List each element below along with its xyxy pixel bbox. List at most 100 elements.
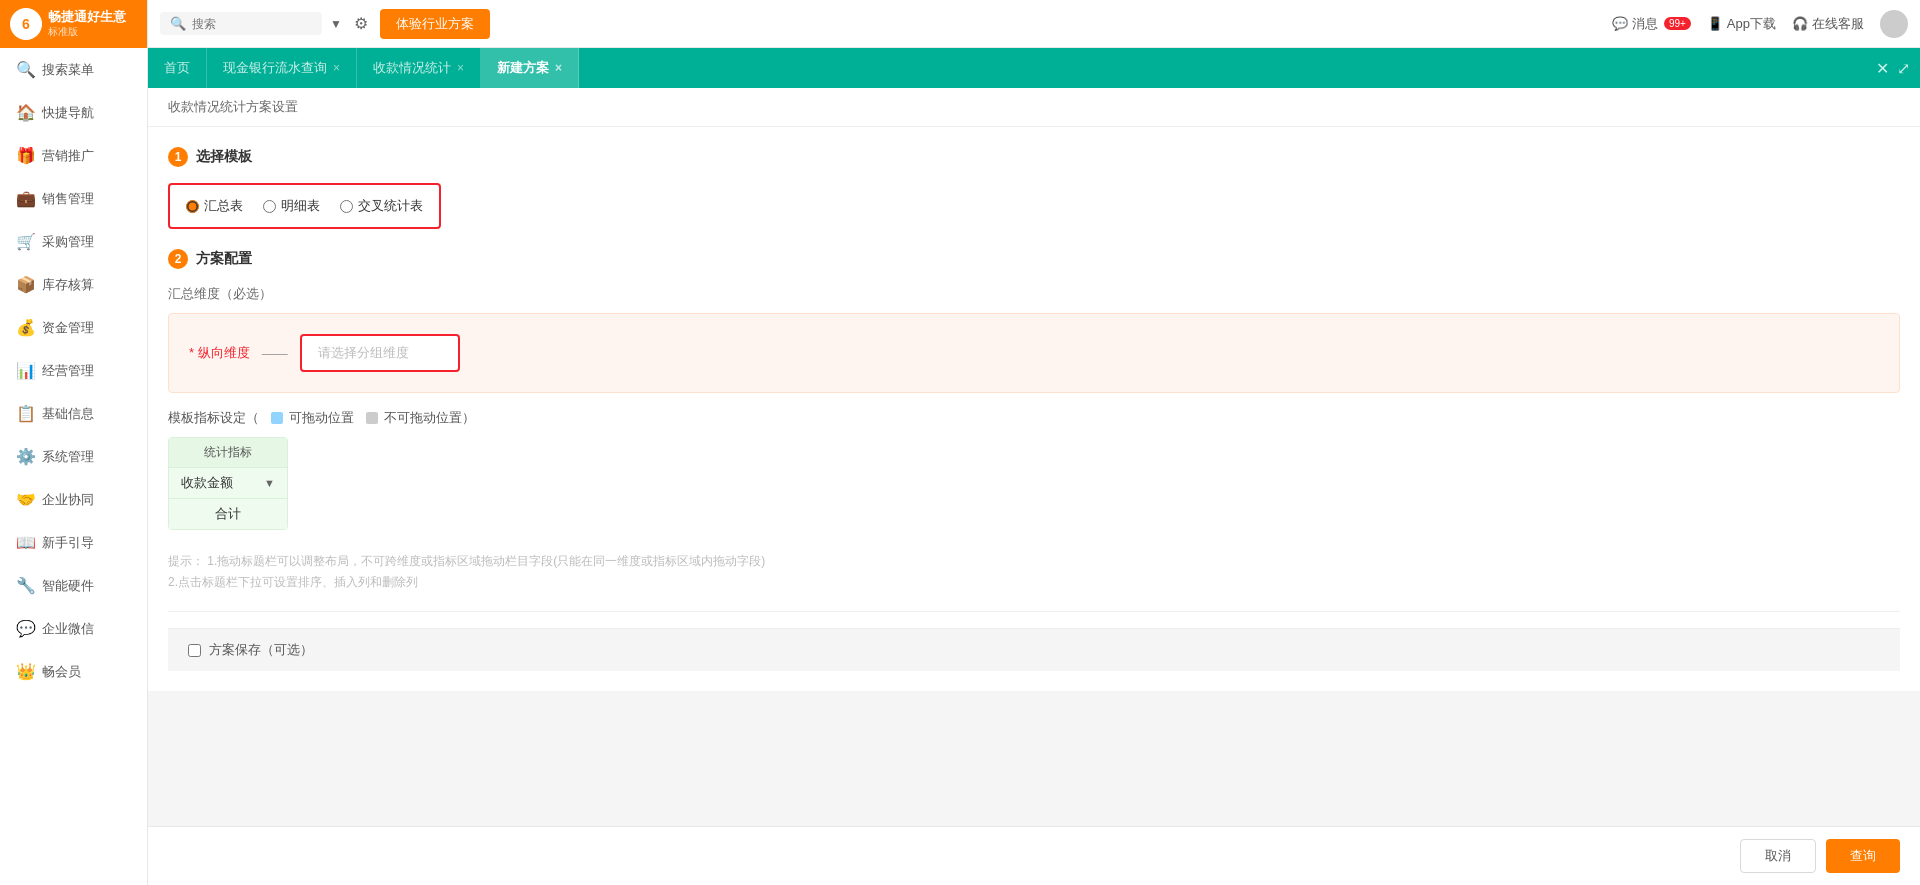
online-service-button[interactable]: 🎧 在线客服 [1792, 15, 1864, 33]
step2-title: 2 方案配置 [168, 249, 1900, 269]
sidebar-item-system[interactable]: ⚙️ 系统管理 [0, 435, 147, 478]
vertical-dimension-row: * 纵向维度 —— 请选择分组维度 [189, 334, 1879, 372]
page-breadcrumb: 收款情况统计方案设置 [148, 88, 1920, 127]
header-search-box[interactable]: 🔍 [160, 12, 322, 35]
top-header: 🔍 ▼ ⚙ 体验行业方案 💬 消息 99+ 📱 App下载 🎧 在线客服 [148, 0, 1920, 48]
metrics-header: 模板指标设定（ 可拖动位置 不可拖动位置） [168, 409, 1900, 427]
sidebar-item-label: 营销推广 [42, 147, 94, 165]
sidebar-item-label: 库存核算 [42, 276, 94, 294]
save-plan-checkbox[interactable] [188, 644, 201, 657]
tab-bank-flow[interactable]: 现金银行流水查询 × [207, 48, 357, 88]
tab-minimize-button[interactable]: ✕ [1876, 59, 1889, 78]
sidebar-item-management[interactable]: 📊 经营管理 [0, 349, 147, 392]
tab-bank-flow-close-icon[interactable]: × [333, 61, 340, 75]
sidebar-item-wechat[interactable]: 💬 企业微信 [0, 607, 147, 650]
notifications-button[interactable]: 💬 消息 99+ [1612, 15, 1691, 33]
user-avatar[interactable] [1880, 10, 1908, 38]
metrics-dropdown-icon[interactable]: ▼ [264, 477, 275, 489]
radio-detail[interactable]: 明细表 [263, 197, 320, 215]
metrics-grid-item-revenue[interactable]: 收款金额 ▼ [169, 468, 287, 499]
notifications-badge: 99+ [1664, 17, 1691, 30]
tab-home[interactable]: 首页 [148, 48, 207, 88]
finance-nav-icon: 💰 [16, 318, 34, 337]
radio-cross-input[interactable] [340, 200, 353, 213]
plan-config-section: 汇总维度（必选） * 纵向维度 —— 请选择分组维度 模板指标设定（ 可拖动位 [168, 285, 1900, 591]
search-icon: 🔍 [170, 16, 186, 31]
dimension-area: * 纵向维度 —— 请选择分组维度 [168, 313, 1900, 393]
notifications-label: 消息 [1632, 15, 1658, 33]
purchase-nav-icon: 🛒 [16, 232, 34, 251]
sidebar-item-basic-info[interactable]: 📋 基础信息 [0, 392, 147, 435]
app-download-button[interactable]: 📱 App下载 [1707, 15, 1776, 33]
logo-icon: 6 [10, 8, 42, 40]
sidebar-item-label: 系统管理 [42, 448, 94, 466]
sidebar-item-sales[interactable]: 💼 销售管理 [0, 177, 147, 220]
sidebar-item-label: 采购管理 [42, 233, 94, 251]
guide-nav-icon: 📖 [16, 533, 34, 552]
member-nav-icon: 👑 [16, 662, 34, 681]
search-input[interactable] [192, 17, 312, 31]
sidebar-item-label: 基础信息 [42, 405, 94, 423]
search-nav-icon: 🔍 [16, 60, 34, 79]
app-logo: 6 畅捷通好生意 标准版 [0, 0, 147, 48]
separator [168, 611, 1900, 612]
radio-cross[interactable]: 交叉统计表 [340, 197, 423, 215]
sales-nav-icon: 💼 [16, 189, 34, 208]
radio-summary-input[interactable] [186, 200, 199, 213]
app-download-icon: 📱 [1707, 16, 1723, 31]
metrics-section: 模板指标设定（ 可拖动位置 不可拖动位置） 统计指标 收 [168, 409, 1900, 533]
metrics-item-label: 收款金额 [181, 474, 233, 492]
template-selection-box: 汇总表 明细表 交叉统计表 [168, 183, 441, 229]
tab-home-label: 首页 [164, 59, 190, 77]
radio-detail-label: 明细表 [281, 197, 320, 215]
message-icon: 💬 [1612, 16, 1628, 31]
footer-bar: 取消 查询 [148, 826, 1920, 885]
step1-title: 1 选择模板 [168, 147, 1900, 167]
tab-payment-stats-close-icon[interactable]: × [457, 61, 464, 75]
sidebar-item-label: 搜索菜单 [42, 61, 94, 79]
tab-bank-flow-label: 现金银行流水查询 [223, 59, 327, 77]
bottom-save-section: 方案保存（可选） [168, 628, 1900, 671]
sidebar-item-member[interactable]: 👑 畅会员 [0, 650, 147, 693]
sidebar-item-label: 销售管理 [42, 190, 94, 208]
gear-button[interactable]: ⚙ [350, 10, 372, 37]
radio-summary-label: 汇总表 [204, 197, 243, 215]
sidebar-item-finance[interactable]: 💰 资金管理 [0, 306, 147, 349]
page-content: 收款情况统计方案设置 1 选择模板 汇总表 明细表 [148, 88, 1920, 826]
industry-solution-button[interactable]: 体验行业方案 [380, 9, 490, 39]
query-button[interactable]: 查询 [1826, 839, 1900, 873]
metrics-header-text: 模板指标设定（ [168, 409, 259, 427]
tab-bar-right-controls: ✕ ⤢ [1866, 48, 1920, 88]
sidebar: 6 畅捷通好生意 标准版 🔍 搜索菜单 🏠 快捷导航 🎁 营销推广 💼 销售管理… [0, 0, 148, 885]
sidebar-item-label: 资金管理 [42, 319, 94, 337]
sidebar-item-label: 智能硬件 [42, 577, 94, 595]
app-download-label: App下载 [1727, 15, 1776, 33]
tab-new-plan-label: 新建方案 [497, 59, 549, 77]
sidebar-item-marketing[interactable]: 🎁 营销推广 [0, 134, 147, 177]
sidebar-item-label: 企业协同 [42, 491, 94, 509]
online-service-label: 在线客服 [1812, 15, 1864, 33]
sidebar-item-quick-nav[interactable]: 🏠 快捷导航 [0, 91, 147, 134]
radio-summary[interactable]: 汇总表 [186, 197, 243, 215]
radio-detail-input[interactable] [263, 200, 276, 213]
tab-payment-stats-label: 收款情况统计 [373, 59, 451, 77]
tab-new-plan[interactable]: 新建方案 × [481, 48, 579, 88]
sidebar-item-hardware[interactable]: 🔧 智能硬件 [0, 564, 147, 607]
vertical-dim-label: * 纵向维度 [189, 344, 250, 362]
breadcrumb-text: 收款情况统计方案设置 [168, 99, 298, 114]
search-dropdown-button[interactable]: ▼ [330, 17, 342, 31]
dimension-selector[interactable]: 请选择分组维度 [300, 334, 460, 372]
cancel-button[interactable]: 取消 [1740, 839, 1816, 873]
tab-maximize-button[interactable]: ⤢ [1897, 59, 1910, 78]
sidebar-item-guide[interactable]: 📖 新手引导 [0, 521, 147, 564]
tab-new-plan-close-icon[interactable]: × [555, 61, 562, 75]
tab-payment-stats[interactable]: 收款情况统计 × [357, 48, 481, 88]
sidebar-item-enterprise[interactable]: 🤝 企业协同 [0, 478, 147, 521]
not-draggable-toggle: 不可拖动位置） [366, 409, 475, 427]
sidebar-item-search[interactable]: 🔍 搜索菜单 [0, 48, 147, 91]
sidebar-item-label: 新手引导 [42, 534, 94, 552]
sidebar-item-inventory[interactable]: 📦 库存核算 [0, 263, 147, 306]
tab-bar: 首页 现金银行流水查询 × 收款情况统计 × 新建方案 × ✕ ⤢ [148, 48, 1920, 88]
sidebar-item-purchase[interactable]: 🛒 采购管理 [0, 220, 147, 263]
sidebar-item-label: 快捷导航 [42, 104, 94, 122]
